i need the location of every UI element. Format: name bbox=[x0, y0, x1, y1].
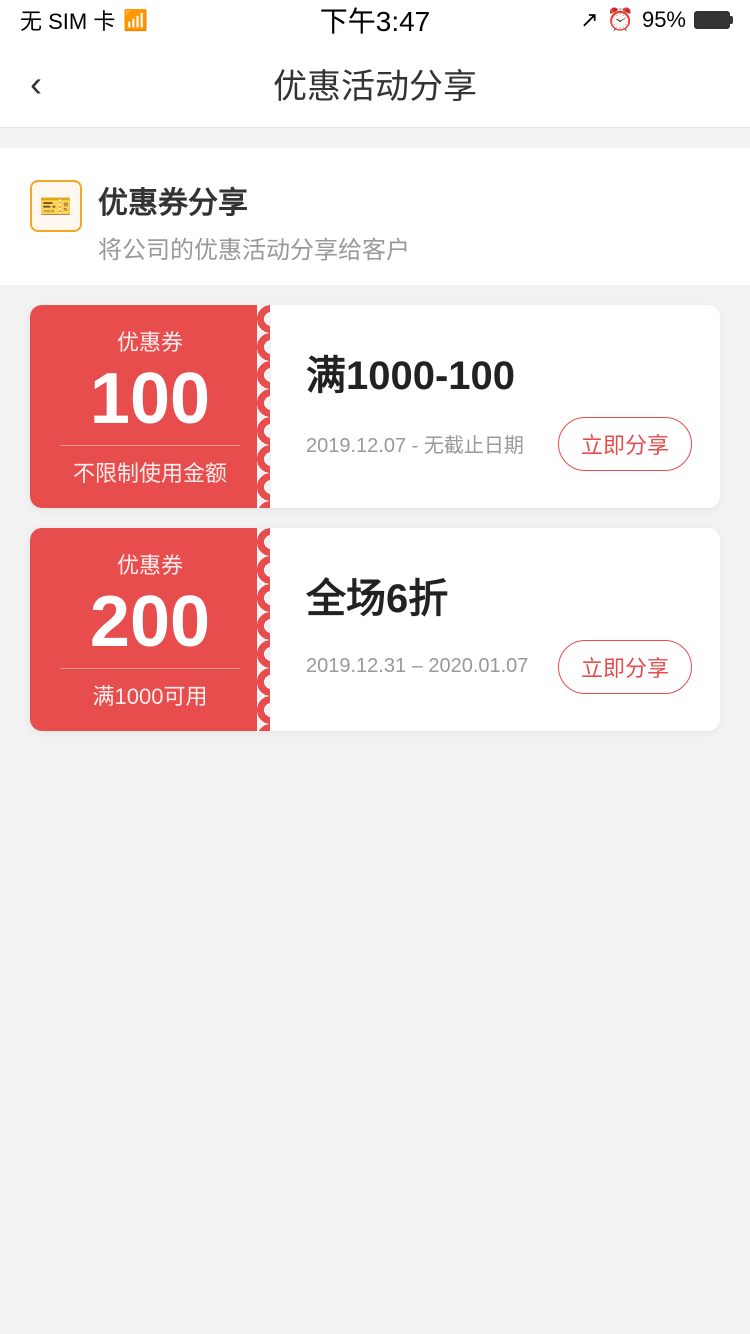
coupon-meta-1: 2019.12.31 – 2020.01.07 立即分享 bbox=[306, 640, 692, 694]
back-button[interactable]: ‹ bbox=[30, 63, 42, 105]
coupon-right-0: 满1000-100 2019.12.07 - 无截止日期 立即分享 bbox=[270, 305, 720, 508]
wifi-icon: 📶 bbox=[123, 8, 148, 33]
coupon-right-1: 全场6折 2019.12.31 – 2020.01.07 立即分享 bbox=[270, 528, 720, 731]
status-left: 无 SIM 卡 📶 bbox=[20, 4, 148, 36]
coupon-meta-0: 2019.12.07 - 无截止日期 立即分享 bbox=[306, 417, 692, 471]
coupon-condition-0: 不限制使用金额 bbox=[73, 456, 227, 488]
share-button-1[interactable]: 立即分享 bbox=[558, 640, 692, 694]
coupon-condition-1: 满1000可用 bbox=[93, 679, 208, 711]
section-icon: 🎫 bbox=[30, 180, 82, 232]
section-subtitle: 将公司的优惠活动分享给客户 bbox=[98, 230, 410, 265]
coupon-title-1: 全场6折 bbox=[306, 566, 692, 624]
alarm-icon: ⏰ bbox=[607, 7, 634, 33]
coupon-date-1: 2019.12.31 – 2020.01.07 bbox=[306, 655, 546, 678]
battery-label: 95% bbox=[642, 7, 686, 33]
section-title: 优惠券分享 bbox=[98, 178, 410, 222]
section-text: 优惠券分享 将公司的优惠活动分享给客户 bbox=[98, 178, 410, 265]
status-bar: 无 SIM 卡 📶 下午3:47 ↗ ⏰ 95% bbox=[0, 0, 750, 40]
coupon-list: 优惠券 100 不限制使用金额 满1000-100 2019.12.07 - 无… bbox=[0, 285, 750, 751]
coupon-emoji-icon: 🎫 bbox=[40, 191, 72, 222]
page-title: 优惠活动分享 bbox=[273, 59, 477, 108]
coupon-divider-1 bbox=[60, 668, 240, 669]
coupon-left-1: 优惠券 200 满1000可用 bbox=[30, 528, 270, 731]
section-header: 🎫 优惠券分享 将公司的优惠活动分享给客户 bbox=[0, 148, 750, 285]
coupon-card: 优惠券 200 满1000可用 全场6折 2019.12.31 – 2020.0… bbox=[30, 528, 720, 731]
coupon-label-0: 优惠券 bbox=[117, 325, 183, 357]
battery-icon bbox=[694, 11, 730, 29]
status-time: 下午3:47 bbox=[320, 0, 431, 40]
nav-bar: ‹ 优惠活动分享 bbox=[0, 40, 750, 128]
share-button-0[interactable]: 立即分享 bbox=[558, 417, 692, 471]
status-right: ↗ ⏰ 95% bbox=[580, 7, 730, 33]
coupon-label-1: 优惠券 bbox=[117, 548, 183, 580]
coupon-left-0: 优惠券 100 不限制使用金额 bbox=[30, 305, 270, 508]
coupon-date-0: 2019.12.07 - 无截止日期 bbox=[306, 429, 546, 458]
location-icon: ↗ bbox=[580, 7, 598, 33]
carrier-label: 无 SIM 卡 bbox=[20, 4, 115, 36]
coupon-amount-1: 200 bbox=[90, 586, 210, 658]
coupon-title-0: 满1000-100 bbox=[306, 343, 692, 401]
coupon-amount-0: 100 bbox=[90, 363, 210, 435]
coupon-divider-0 bbox=[60, 445, 240, 446]
coupon-card: 优惠券 100 不限制使用金额 满1000-100 2019.12.07 - 无… bbox=[30, 305, 720, 508]
